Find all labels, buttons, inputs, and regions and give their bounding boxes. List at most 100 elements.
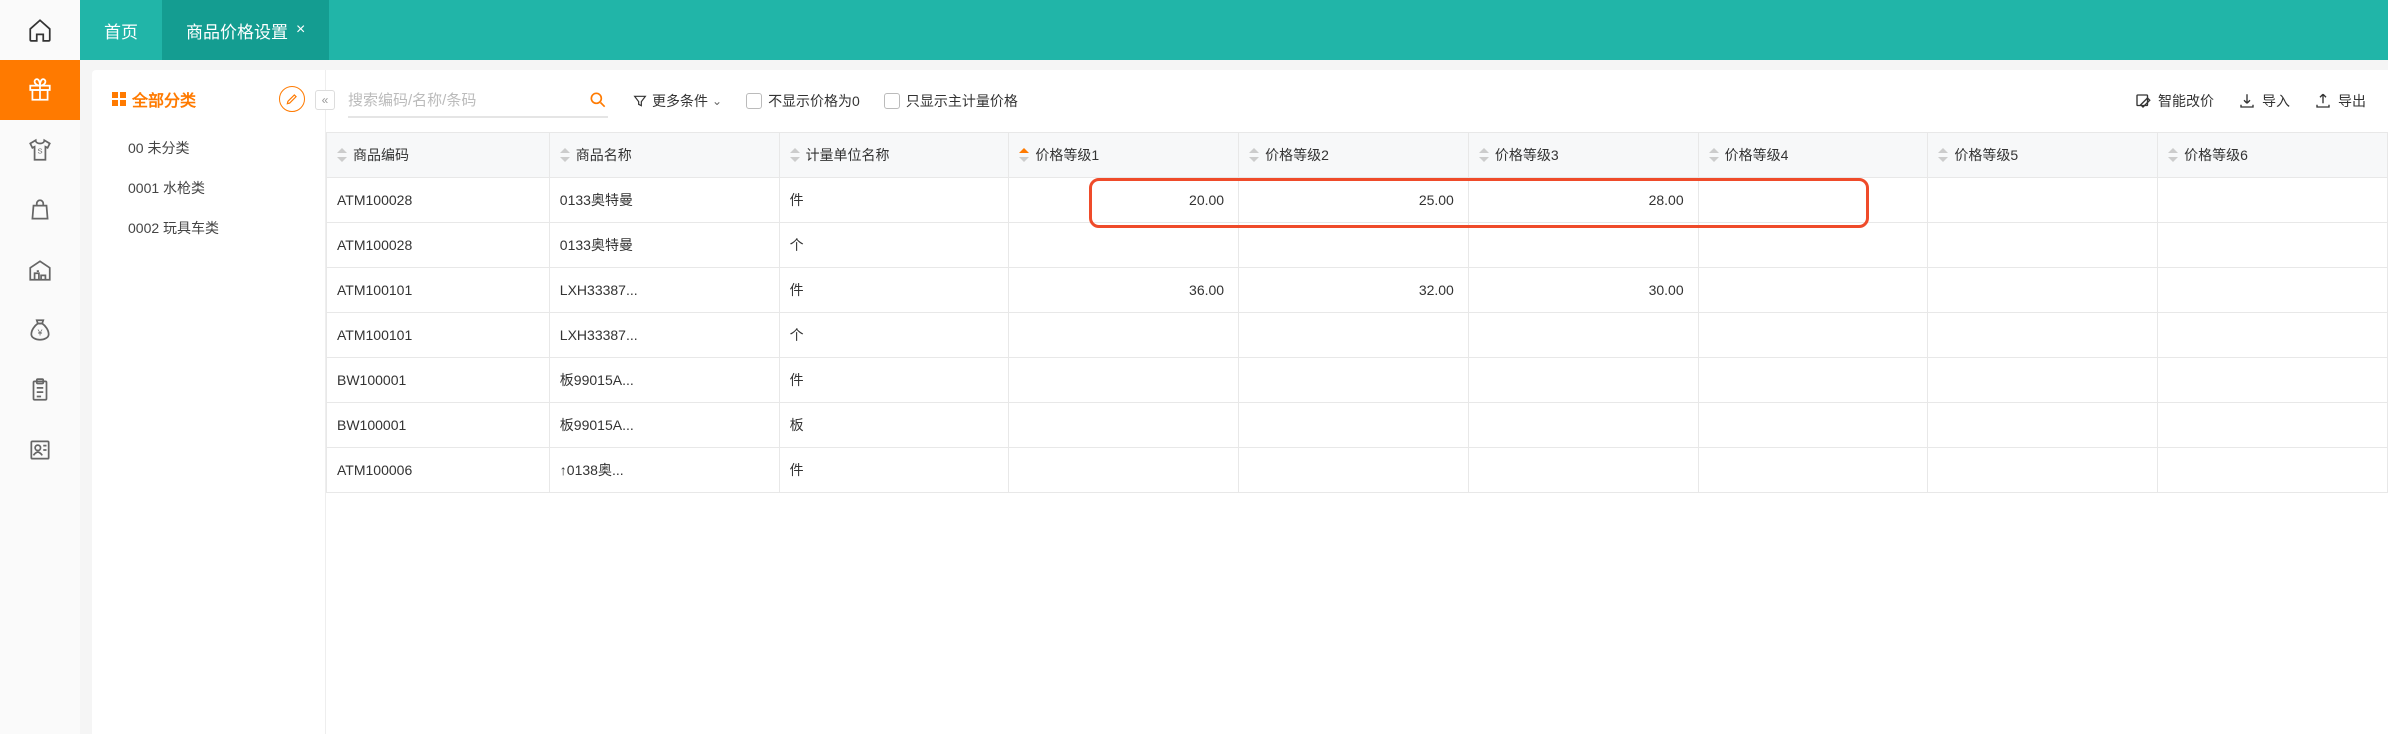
cell-p1[interactable]: 20.00 [1009,178,1239,223]
cell-p3[interactable]: 28.00 [1468,178,1698,223]
checkbox-icon [884,93,900,109]
sort-icon [1479,148,1489,162]
nav-bag[interactable] [0,180,80,240]
cell-p1[interactable] [1009,403,1239,448]
search-input[interactable] [348,84,608,118]
cell-p3[interactable] [1468,223,1698,268]
cell-p5[interactable] [1928,358,2158,403]
col-p5[interactable]: 价格等级5 [1928,133,2158,178]
cell-p3[interactable] [1468,448,1698,493]
cell-code: ATM100101 [327,268,550,313]
cell-p2[interactable] [1239,403,1469,448]
edit-categories-button[interactable] [279,86,305,112]
cell-p6[interactable] [2158,178,2388,223]
toolbar: 更多条件 ⌄ 不显示价格为0 只显示主计量价格 [326,70,2388,132]
col-code[interactable]: 商品编码 [327,133,550,178]
nav-money[interactable]: ¥ [0,300,80,360]
cell-p4[interactable] [1698,358,1928,403]
sort-icon [1019,148,1029,162]
price-table: 商品编码 商品名称 计量单位名称 价格等级1 价格等级2 价格等级3 价格等级4… [326,132,2388,734]
cell-unit: 件 [779,178,1009,223]
smart-edit-button[interactable]: 智能改价 [2134,91,2214,111]
cell-p1[interactable] [1009,448,1239,493]
collapse-sidebar-button[interactable]: « [315,90,335,110]
nav-products[interactable] [0,60,80,120]
cell-p6[interactable] [2158,403,2388,448]
nav-contacts[interactable] [0,420,80,480]
nav-shirt[interactable]: S [0,120,80,180]
cell-p2[interactable] [1239,223,1469,268]
cell-p3[interactable] [1468,313,1698,358]
warehouse-icon [27,257,53,283]
cell-p6[interactable] [2158,448,2388,493]
cell-p2[interactable]: 32.00 [1239,268,1469,313]
table-row[interactable]: BW100001板99015A...板 [327,403,2388,448]
col-p6[interactable]: 价格等级6 [2158,133,2388,178]
nav-warehouse[interactable] [0,240,80,300]
cell-p4[interactable] [1698,448,1928,493]
cell-p3[interactable]: 30.00 [1468,268,1698,313]
col-unit[interactable]: 计量单位名称 [779,133,1009,178]
cell-p1[interactable] [1009,313,1239,358]
cell-unit: 件 [779,268,1009,313]
cell-p1[interactable]: 36.00 [1009,268,1239,313]
tree-item[interactable]: 0001 水枪类 [92,168,325,208]
tree-item[interactable]: 00 未分类 [92,128,325,168]
col-p2[interactable]: 价格等级2 [1239,133,1469,178]
nav-clipboard[interactable] [0,360,80,420]
cell-p6[interactable] [2158,223,2388,268]
table-row[interactable]: ATM100101LXH33387...个 [327,313,2388,358]
table-row[interactable]: ATM100101LXH33387...件36.0032.0030.00 [327,268,2388,313]
cell-code: BW100001 [327,358,550,403]
gift-icon [27,77,53,103]
cell-name: 0133奥特曼 [549,178,779,223]
table-row[interactable]: ATM100006↑0138奥...件 [327,448,2388,493]
cell-p2[interactable] [1239,448,1469,493]
cell-p5[interactable] [1928,223,2158,268]
col-p4[interactable]: 价格等级4 [1698,133,1928,178]
table-row[interactable]: BW100001板99015A...件 [327,358,2388,403]
cell-p4[interactable] [1698,268,1928,313]
cell-p1[interactable] [1009,223,1239,268]
cell-p5[interactable] [1928,313,2158,358]
nav-home[interactable] [0,0,80,60]
cell-p5[interactable] [1928,448,2158,493]
grid-icon [112,92,126,106]
cell-p2[interactable] [1239,313,1469,358]
export-button[interactable]: 导出 [2314,91,2366,111]
col-p1[interactable]: 价格等级1 [1009,133,1239,178]
close-icon[interactable]: × [296,21,305,39]
table-row[interactable]: ATM1000280133奥特曼件20.0025.0028.00 [327,178,2388,223]
checkbox-only-main-unit[interactable]: 只显示主计量价格 [884,91,1018,111]
cell-p3[interactable] [1468,403,1698,448]
table-row[interactable]: ATM1000280133奥特曼个 [327,223,2388,268]
cell-p3[interactable] [1468,358,1698,403]
search-icon[interactable] [588,90,608,113]
cell-p4[interactable] [1698,403,1928,448]
cell-p6[interactable] [2158,358,2388,403]
cell-p5[interactable] [1928,403,2158,448]
more-filters-button[interactable]: 更多条件 ⌄ [632,91,722,111]
cell-p4[interactable] [1698,313,1928,358]
cell-p4[interactable] [1698,223,1928,268]
col-name[interactable]: 商品名称 [549,133,779,178]
tab-home[interactable]: 首页 [80,0,162,60]
cell-p1[interactable] [1009,358,1239,403]
import-button[interactable]: 导入 [2238,91,2290,111]
tab-price-settings[interactable]: 商品价格设置 × [162,0,329,60]
checkbox-hide-zero[interactable]: 不显示价格为0 [746,91,860,111]
tree-item[interactable]: 0002 玩具车类 [92,208,325,248]
cell-p2[interactable] [1239,358,1469,403]
bag-icon [27,197,53,223]
cell-p6[interactable] [2158,268,2388,313]
checkbox-icon [746,93,762,109]
category-title[interactable]: 全部分类 [112,87,196,111]
col-p3[interactable]: 价格等级3 [1468,133,1698,178]
cell-p2[interactable]: 25.00 [1239,178,1469,223]
cell-p6[interactable] [2158,313,2388,358]
cell-p5[interactable] [1928,178,2158,223]
cell-p5[interactable] [1928,268,2158,313]
cell-p4[interactable] [1698,178,1928,223]
sort-icon [790,148,800,162]
clipboard-icon [27,377,53,403]
